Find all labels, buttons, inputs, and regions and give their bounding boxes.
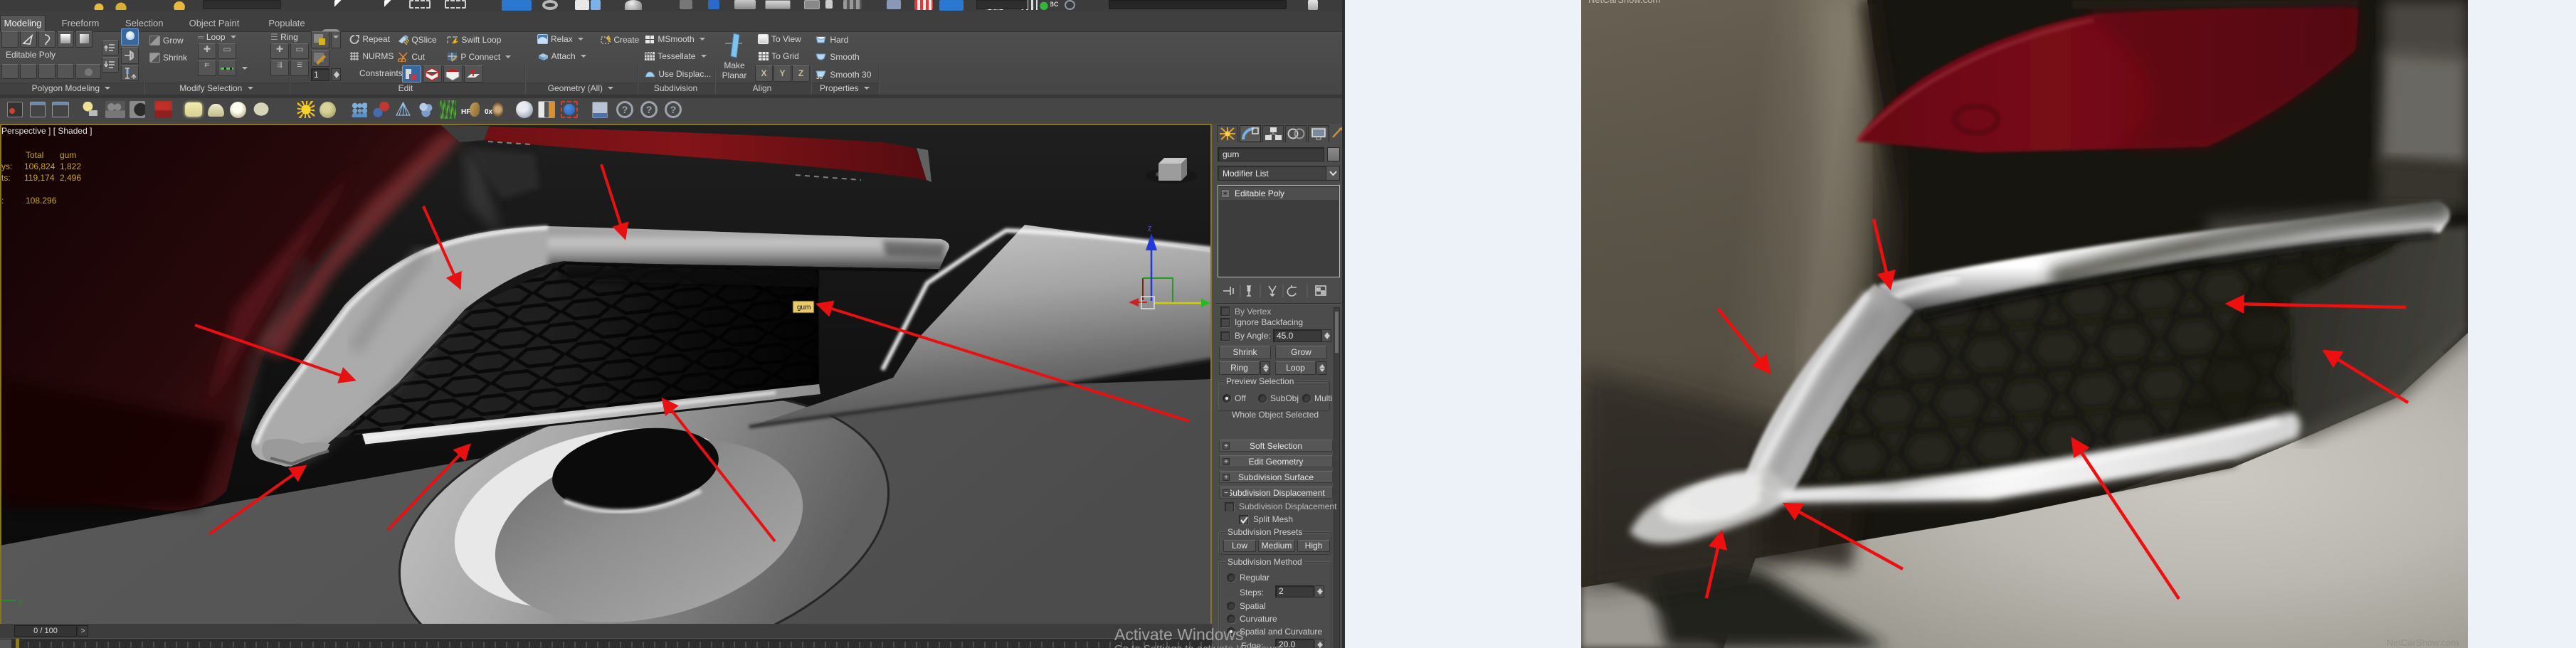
svg-text:gum: gum: [60, 150, 76, 160]
svg-text::: :: [1, 196, 4, 206]
svg-text:Perspective ] [ Shaded ]: Perspective ] [ Shaded ]: [1, 126, 92, 136]
svg-text:y: y: [19, 597, 23, 606]
svg-text:108.296: 108.296: [26, 196, 57, 206]
svg-text:2,496: 2,496: [60, 173, 81, 183]
svg-text:Total: Total: [26, 150, 43, 160]
svg-text:1,822: 1,822: [60, 161, 81, 171]
svg-text:119,174: 119,174: [24, 173, 55, 183]
svg-text:ts:: ts:: [1, 173, 11, 183]
svg-text:gum: gum: [797, 304, 811, 312]
svg-text:30: 30: [816, 74, 823, 80]
svg-text:106,824: 106,824: [24, 161, 56, 171]
svg-text:z: z: [1148, 224, 1152, 233]
svg-text:NetCarShow.com: NetCarShow.com: [2387, 637, 2459, 648]
svg-text:ys:: ys:: [1, 161, 12, 171]
svg-text:NetCarShow.com: NetCarShow.com: [1588, 0, 1660, 5]
